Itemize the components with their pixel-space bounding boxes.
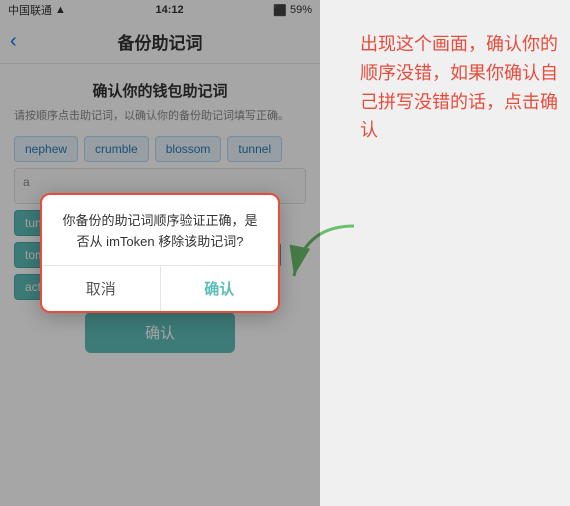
dialog-overlay: 你备份的助记词顺序验证正确，是否从 imToken 移除该助记词? 取消 确认 bbox=[0, 0, 320, 506]
dialog-box: 你备份的助记词顺序验证正确，是否从 imToken 移除该助记词? 取消 确认 bbox=[40, 193, 280, 313]
annotation-text: 出现这个画面，确认你的顺序没错，如果你确认自己拼写没错的话，点击确认 bbox=[360, 30, 560, 145]
dialog-buttons: 取消 确认 bbox=[42, 266, 278, 311]
phone-frame: 中国联通 ▲ 14:12 ⬛ 59% ‹ 备份助记词 确认你的钱包助记词 请按顺… bbox=[0, 0, 320, 506]
annotation-panel: 出现这个画面，确认你的顺序没错，如果你确认自己拼写没错的话，点击确认 bbox=[320, 0, 570, 506]
dialog-message: 你备份的助记词顺序验证正确，是否从 imToken 移除该助记词? bbox=[42, 195, 278, 265]
dialog-confirm-button[interactable]: 确认 bbox=[160, 266, 279, 311]
dialog-cancel-button[interactable]: 取消 bbox=[42, 266, 160, 311]
